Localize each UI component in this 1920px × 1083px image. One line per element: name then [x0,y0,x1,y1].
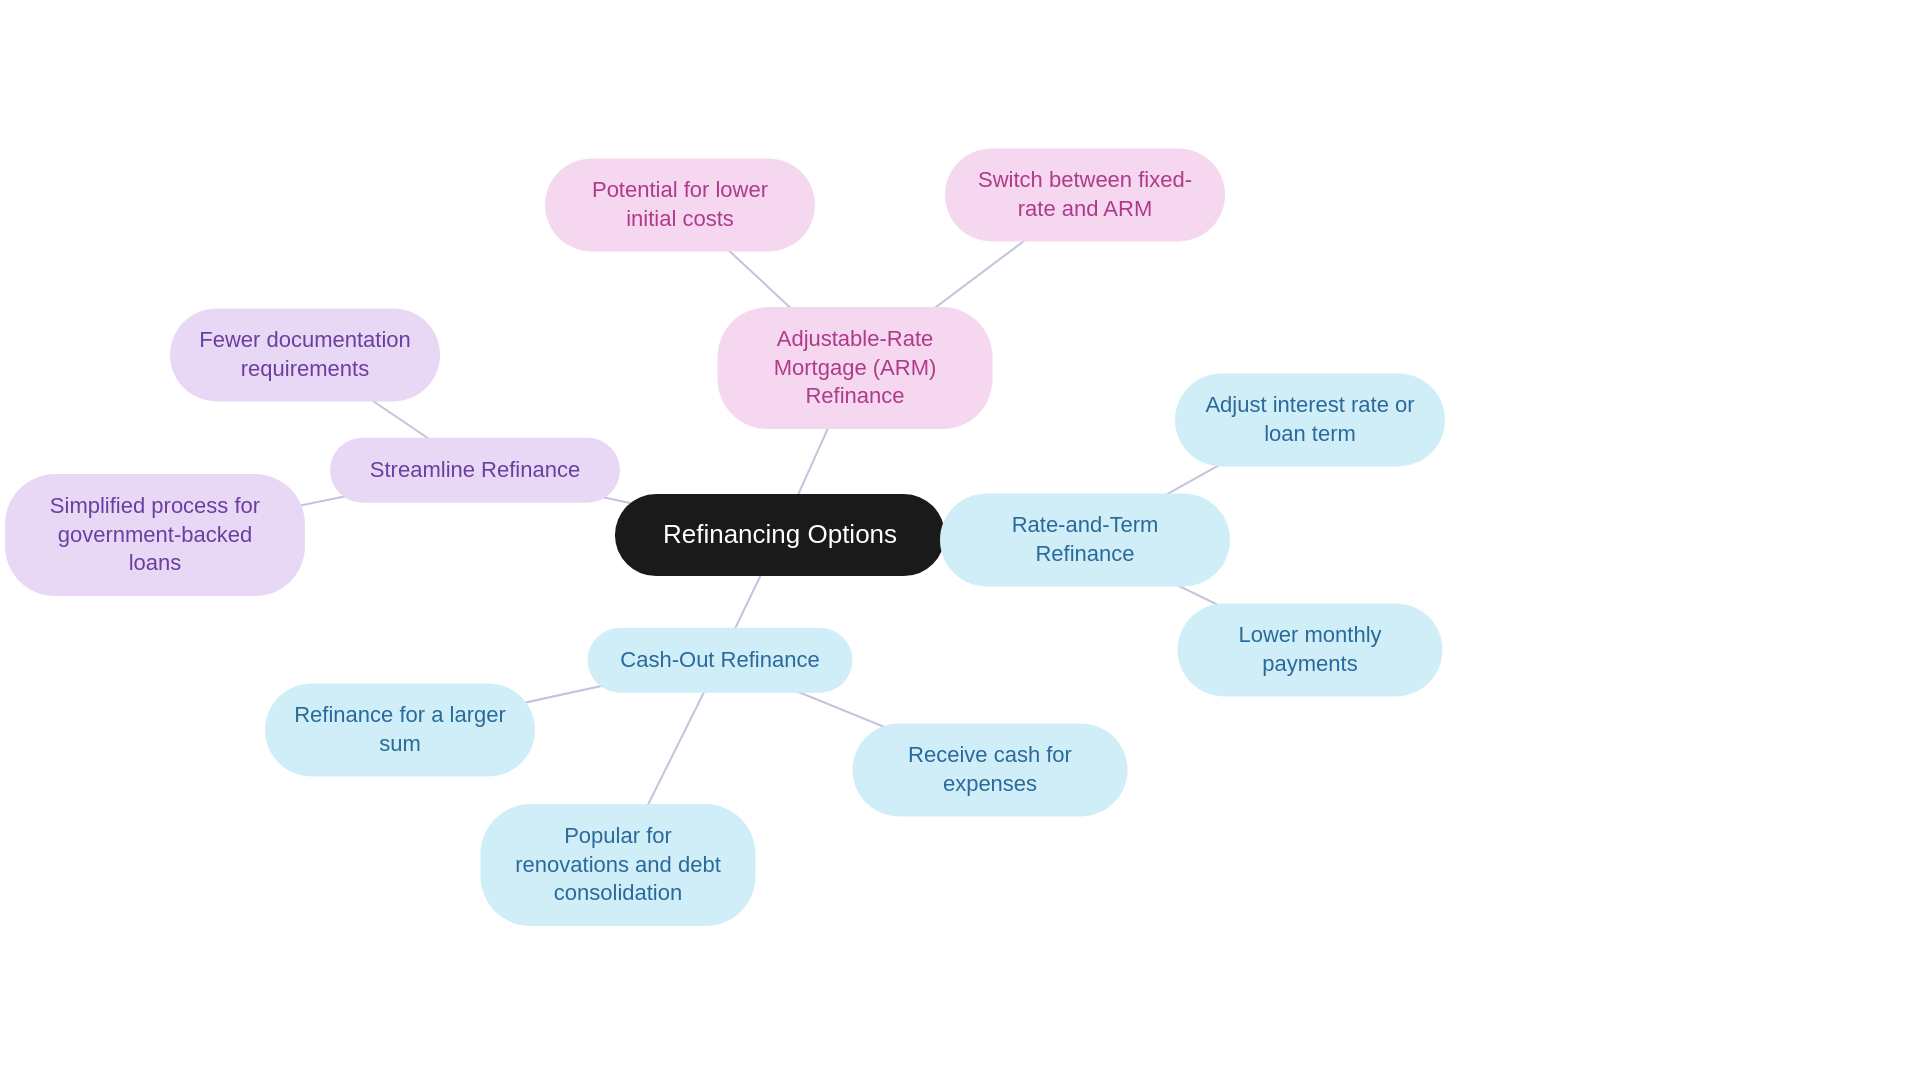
node-streamline: Streamline Refinance [330,438,620,503]
node-receive-cash: Receive cash for expenses [853,723,1128,816]
mindmap-container: Refinancing Options Streamline Refinance… [0,0,1920,1083]
node-popular-reno: Popular for renovations and debt consoli… [481,804,756,926]
node-refinance-larger: Refinance for a larger sum [265,683,535,776]
node-cashout: Cash-Out Refinance [588,628,853,693]
node-arm: Adjustable-Rate Mortgage (ARM) Refinance [718,307,993,429]
node-switch-rate: Switch between fixed-rate and ARM [945,148,1225,241]
node-center: Refinancing Options [615,494,945,576]
node-adjust-rate: Adjust interest rate or loan term [1175,373,1445,466]
node-rate-term: Rate-and-Term Refinance [940,493,1230,586]
node-lower-monthly: Lower monthly payments [1178,603,1443,696]
node-potential-lower: Potential for lower initial costs [545,158,815,251]
node-simplified: Simplified process for government-backed… [5,474,305,596]
node-fewer-docs: Fewer documentation requirements [170,308,440,401]
